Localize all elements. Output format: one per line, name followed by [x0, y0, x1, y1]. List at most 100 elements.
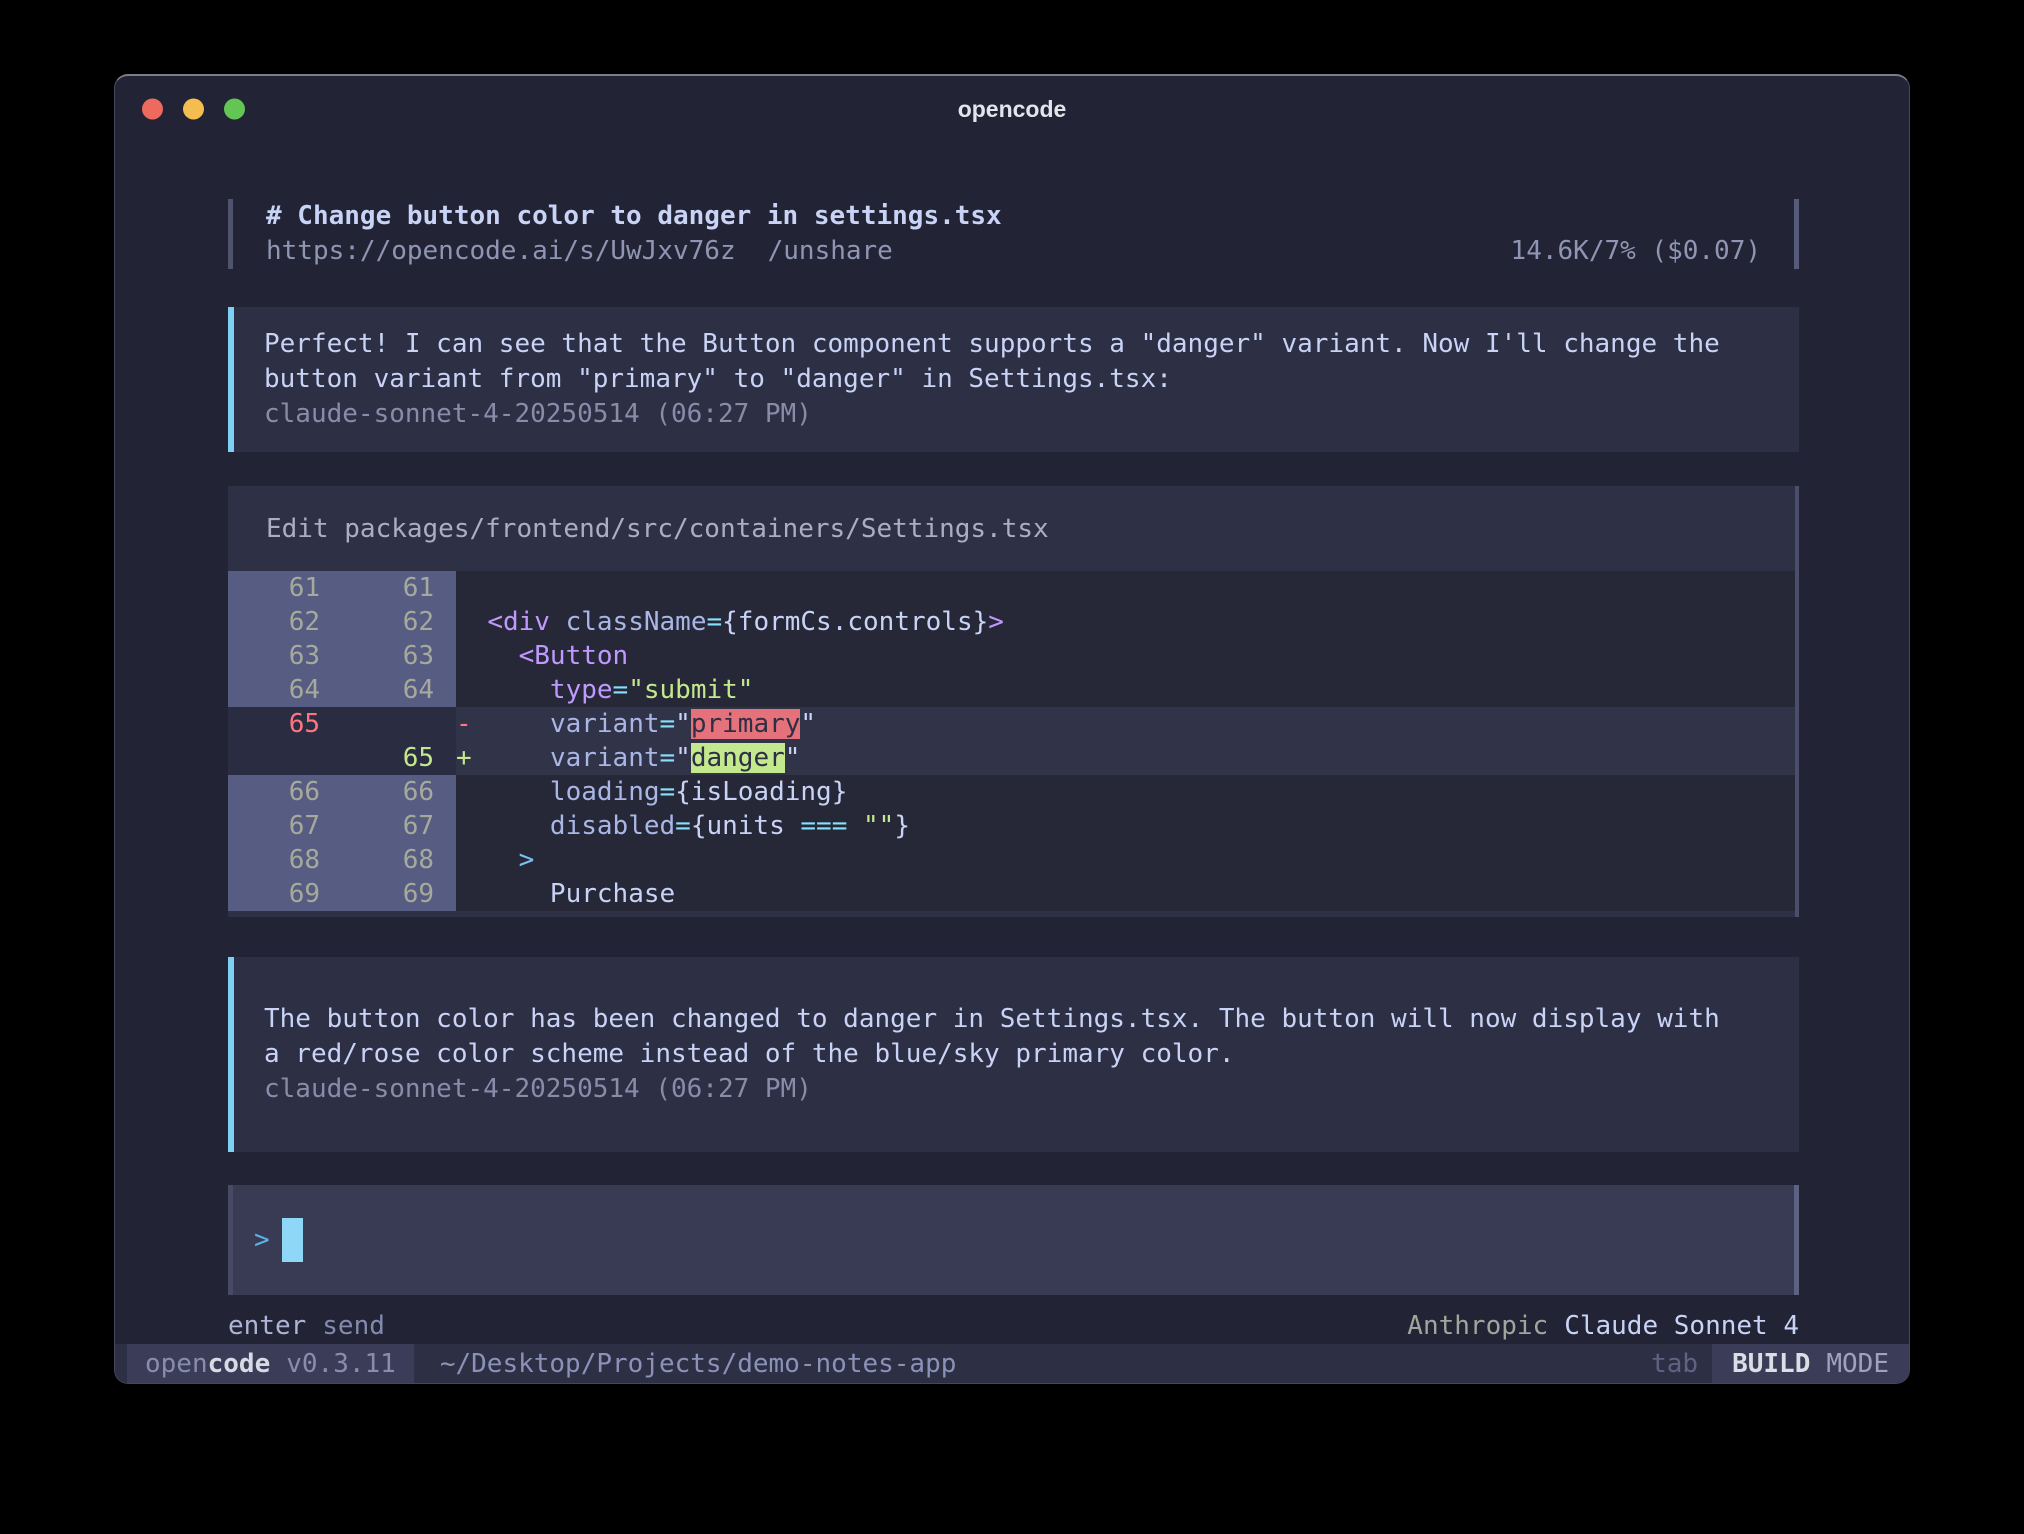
prompt-input[interactable]: >: [228, 1185, 1799, 1295]
diff-row: 6262 <div className={formCs.controls}>: [228, 605, 1799, 639]
app-name-code: code: [208, 1349, 271, 1379]
assistant-message: The button color has been changed to dan…: [228, 957, 1799, 1152]
left-border-bar: [228, 199, 233, 269]
mode-name: BUILD: [1732, 1349, 1810, 1379]
session-title: # Change button color to danger in setti…: [266, 199, 1761, 234]
model-label: Claude Sonnet 4: [1564, 1309, 1799, 1344]
diff-gutter: 6767: [228, 809, 456, 843]
diff-code-line: [456, 571, 1799, 605]
prompt-chevron: >: [254, 1225, 270, 1255]
context-stats: 14.6K/7% ($0.07): [1511, 234, 1761, 269]
old-line-number: 61: [228, 571, 342, 605]
diff-code-line: + variant="danger": [456, 741, 1799, 775]
app-version: v0.3.11: [286, 1349, 396, 1379]
old-line-number: [228, 741, 342, 775]
diff-code-line: <div className={formCs.controls}>: [456, 605, 1799, 639]
diff-gutter: 6464: [228, 673, 456, 707]
old-line-number: 64: [228, 673, 342, 707]
diff-code-line: disabled={units === ""}: [456, 809, 1799, 843]
session-content: # Change button color to danger in setti…: [115, 142, 1909, 1344]
app-version-segment: opencode v0.3.11: [127, 1344, 414, 1384]
old-line-number: 63: [228, 639, 342, 673]
right-border-bar: [1794, 199, 1799, 269]
diff-gutter: 6161: [228, 571, 456, 605]
enter-key-hint: enter: [228, 1309, 306, 1344]
assistant-message: Perfect! I can see that the Button compo…: [228, 307, 1799, 452]
spacer: [956, 1344, 1651, 1384]
diff-code-line: <Button: [456, 639, 1799, 673]
old-line-number: 65: [228, 707, 342, 741]
tab-key-hint: tab: [1651, 1344, 1698, 1384]
diff-row: 6161: [228, 571, 1799, 605]
message-text-line: The button color has been changed to dan…: [264, 1002, 1763, 1037]
diff-row: 6868 >: [228, 843, 1799, 877]
diff-row: 6464 type="submit": [228, 673, 1799, 707]
diff-gutter: 6868: [228, 843, 456, 877]
close-button[interactable]: [142, 99, 163, 120]
traffic-lights: [142, 99, 245, 120]
message-meta: claude-sonnet-4-20250514 (06:27 PM): [264, 1072, 1763, 1107]
diff-code-line: >: [456, 843, 1799, 877]
new-line-number: 66: [342, 775, 456, 809]
diff-table: 61616262 <div className={formCs.controls…: [228, 571, 1799, 911]
diff-gutter: 6363: [228, 639, 456, 673]
session-header: # Change button color to danger in setti…: [228, 199, 1799, 269]
right-border-bar: [1794, 1185, 1799, 1295]
mode-indicator: BUILD MODE: [1712, 1344, 1909, 1384]
message-meta: claude-sonnet-4-20250514 (06:27 PM): [264, 397, 1763, 432]
new-line-number: 63: [342, 639, 456, 673]
right-border-bar: [1795, 486, 1799, 917]
message-text-line: a red/rose color scheme instead of the b…: [264, 1037, 1763, 1072]
diff-gutter: 6262: [228, 605, 456, 639]
diff-code-line: Purchase: [456, 877, 1799, 911]
old-line-number: 62: [228, 605, 342, 639]
input-hint-row: enter send Anthropic Claude Sonnet 4: [228, 1309, 1799, 1344]
message-text-line: button variant from "primary" to "danger…: [264, 362, 1763, 397]
old-line-number: 69: [228, 877, 342, 911]
mode-suffix: MODE: [1826, 1349, 1889, 1379]
new-line-number: 64: [342, 673, 456, 707]
app-name-open: open: [145, 1349, 208, 1379]
minimize-button[interactable]: [183, 99, 204, 120]
message-text-line: Perfect! I can see that the Button compo…: [264, 327, 1763, 362]
diff-row: 65+ variant="danger": [228, 741, 1799, 775]
new-line-number: 61: [342, 571, 456, 605]
new-line-number: 68: [342, 843, 456, 877]
diff-row: 6666 loading={isLoading}: [228, 775, 1799, 809]
provider-label: Anthropic: [1407, 1309, 1548, 1344]
diff-code-line: type="submit": [456, 673, 1799, 707]
diff-gutter: 65: [228, 741, 456, 775]
message-accent-bar: [228, 307, 234, 452]
left-border-bar: [228, 1185, 233, 1295]
window-titlebar: opencode: [115, 76, 1909, 142]
diff-row: 6969 Purchase: [228, 877, 1799, 911]
model-info: Anthropic Claude Sonnet 4: [1407, 1309, 1799, 1344]
old-line-number: 67: [228, 809, 342, 843]
new-line-number: [342, 707, 456, 741]
new-line-number: 65: [342, 741, 456, 775]
send-label: send: [322, 1309, 385, 1344]
diff-code-line: loading={isLoading}: [456, 775, 1799, 809]
zoom-button[interactable]: [224, 99, 245, 120]
diff-row: 6363 <Button: [228, 639, 1799, 673]
diff-gutter: 6969: [228, 877, 456, 911]
message-accent-bar: [228, 957, 234, 1152]
old-line-number: 66: [228, 775, 342, 809]
diff-row: 65 - variant="primary": [228, 707, 1799, 741]
diff-row: 6767 disabled={units === ""}: [228, 809, 1799, 843]
diff-gutter: 65: [228, 707, 456, 741]
new-line-number: 67: [342, 809, 456, 843]
status-bar: opencode v0.3.11 ~/Desktop/Projects/demo…: [115, 1344, 1909, 1384]
tool-title: Edit packages/frontend/src/containers/Se…: [228, 512, 1799, 547]
window-title: opencode: [958, 96, 1067, 123]
text-cursor: [282, 1218, 303, 1262]
diff-code-line: - variant="primary": [456, 707, 1799, 741]
edit-tool-card: Edit packages/frontend/src/containers/Se…: [228, 486, 1799, 917]
old-line-number: 68: [228, 843, 342, 877]
share-url[interactable]: https://opencode.ai/s/UwJxv76z: [266, 234, 736, 269]
new-line-number: 69: [342, 877, 456, 911]
diff-gutter: 6666: [228, 775, 456, 809]
spacer: [893, 234, 1511, 269]
new-line-number: 62: [342, 605, 456, 639]
opencode-window: opencode # Change button color to danger…: [114, 74, 1910, 1384]
